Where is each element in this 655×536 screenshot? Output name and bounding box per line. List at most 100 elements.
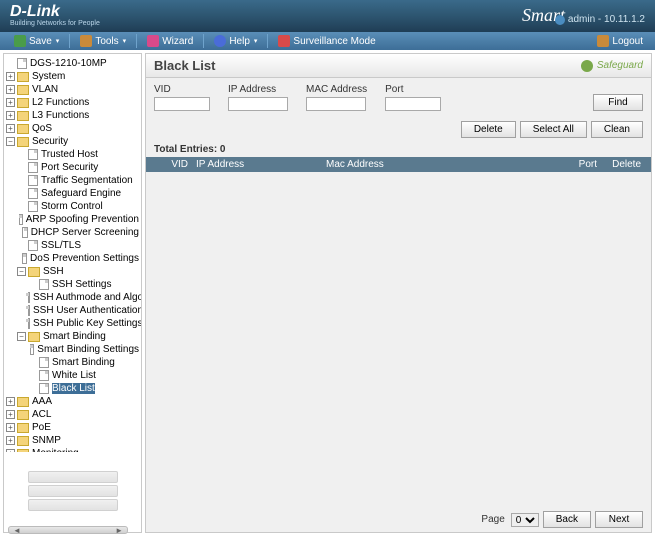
page-icon [30,344,34,355]
chevron-down-icon: ▾ [56,37,60,45]
tree-sb-settings[interactable]: Smart Binding Settings [6,343,139,356]
folder-icon [17,397,29,407]
tree-device[interactable]: DGS-1210-10MP [6,57,139,70]
tree-system[interactable]: +System [6,70,139,83]
expand-icon[interactable]: + [6,98,15,107]
next-button[interactable]: Next [595,511,643,528]
tree-ssh-auth[interactable]: SSH Authmode and Algorithm [6,291,139,304]
save-icon [14,35,26,47]
page-icon [28,240,38,251]
tree-qos[interactable]: +QoS [6,122,139,135]
sidebar-resize-handle[interactable]: ◄ ► [8,526,128,534]
logout-button[interactable]: Logout [591,35,649,47]
tree-l2[interactable]: +L2 Functions [6,96,139,109]
chevron-down-icon: ▾ [254,37,258,45]
ip-input[interactable] [228,97,288,111]
tree-security[interactable]: −Security [6,135,139,148]
folder-icon [28,267,40,277]
tree-sb-black[interactable]: Black List [6,382,139,395]
tree-ssh-user[interactable]: SSH User Authentication Li [6,304,139,317]
tree-smart-binding[interactable]: −Smart Binding [6,330,139,343]
folder-icon [17,124,29,134]
action-buttons: Delete Select All Clean [146,117,651,142]
expand-icon[interactable]: + [6,72,15,81]
mac-input[interactable] [306,97,366,111]
shield-icon [581,60,593,72]
folder-icon [17,423,29,433]
page-icon [28,162,38,173]
page-icon [28,149,38,160]
port-input[interactable] [385,97,441,111]
folder-icon [17,98,29,108]
chevron-left-icon: ◄ [13,526,21,535]
expand-icon[interactable]: + [6,111,15,120]
page-select[interactable]: 01 [511,513,539,527]
select-all-button[interactable]: Select All [520,121,587,138]
page-icon [22,227,28,238]
expand-icon[interactable]: + [6,436,15,445]
page-icon [28,188,38,199]
find-button[interactable]: Find [593,94,643,111]
tree-ssh-settings[interactable]: SSH Settings [6,278,139,291]
collapse-icon[interactable]: − [6,137,15,146]
help-menu[interactable]: Help▾ [206,35,265,47]
content-panel: Black List Safeguard VID IP Address MAC … [145,53,652,533]
col-vid: VID [152,159,192,170]
wizard-menu[interactable]: Wizard [139,35,201,47]
folder-icon [17,72,29,82]
ip-label: IP Address [228,84,288,95]
expand-icon[interactable]: + [6,85,15,94]
expand-icon[interactable]: + [6,423,15,432]
delete-button[interactable]: Delete [461,121,516,138]
tree-aaa[interactable]: +AAA [6,395,139,408]
page-icon [28,292,30,303]
tree-ssh[interactable]: −SSH [6,265,139,278]
filter-row: VID IP Address MAC Address Port Find [146,78,651,117]
collapse-icon[interactable]: − [17,267,26,276]
tree-storm[interactable]: Storm Control [6,200,139,213]
tree-ssh-pub[interactable]: SSH Public Key Settings [6,317,139,330]
back-button[interactable]: Back [543,511,591,528]
brand-logo: D-Link [10,3,60,21]
tree-vlan[interactable]: +VLAN [6,83,139,96]
tree-dos[interactable]: DoS Prevention Settings [6,252,139,265]
tree-ssl[interactable]: SSL/TLS [6,239,139,252]
surveillance-menu[interactable]: Surveillance Mode [270,35,383,47]
expand-icon[interactable]: + [6,410,15,419]
tree-sb-white[interactable]: White List [6,369,139,382]
chevron-right-icon: ► [115,526,123,535]
col-delete: Delete [601,159,645,170]
tree-poe[interactable]: +PoE [6,421,139,434]
tree-port-security[interactable]: Port Security [6,161,139,174]
collapse-icon[interactable]: − [17,332,26,341]
tree-sb-binding[interactable]: Smart Binding [6,356,139,369]
page-icon [39,279,49,290]
tree-l3[interactable]: +L3 Functions [6,109,139,122]
vid-input[interactable] [154,97,210,111]
tree-safeguard[interactable]: Safeguard Engine [6,187,139,200]
folder-icon [17,137,29,147]
tools-menu[interactable]: Tools▾ [72,35,134,47]
page-label: Page [481,514,504,525]
page-icon [28,318,30,329]
tree-arp[interactable]: ARP Spoofing Prevention [6,213,139,226]
mac-label: MAC Address [306,84,367,95]
page-icon [19,214,23,225]
clean-button[interactable]: Clean [591,121,643,138]
nav-tree: DGS-1210-10MP +System +VLAN +L2 Function… [4,54,141,452]
expand-icon[interactable]: + [6,397,15,406]
page-icon [28,305,30,316]
tree-trusted-host[interactable]: Trusted Host [6,148,139,161]
save-menu[interactable]: Save▾ [6,35,67,47]
tree-dhcp[interactable]: DHCP Server Screening [6,226,139,239]
vid-label: VID [154,84,210,95]
tree-acl[interactable]: +ACL [6,408,139,421]
pager: Page 01 Back Next [481,511,643,528]
col-port: Port [561,159,601,170]
tools-icon [80,35,92,47]
tree-snmp[interactable]: +SNMP [6,434,139,447]
folder-icon [17,111,29,121]
safeguard-badge: Safeguard [581,60,643,72]
expand-icon[interactable]: + [6,124,15,133]
tree-traffic-seg[interactable]: Traffic Segmentation [6,174,139,187]
